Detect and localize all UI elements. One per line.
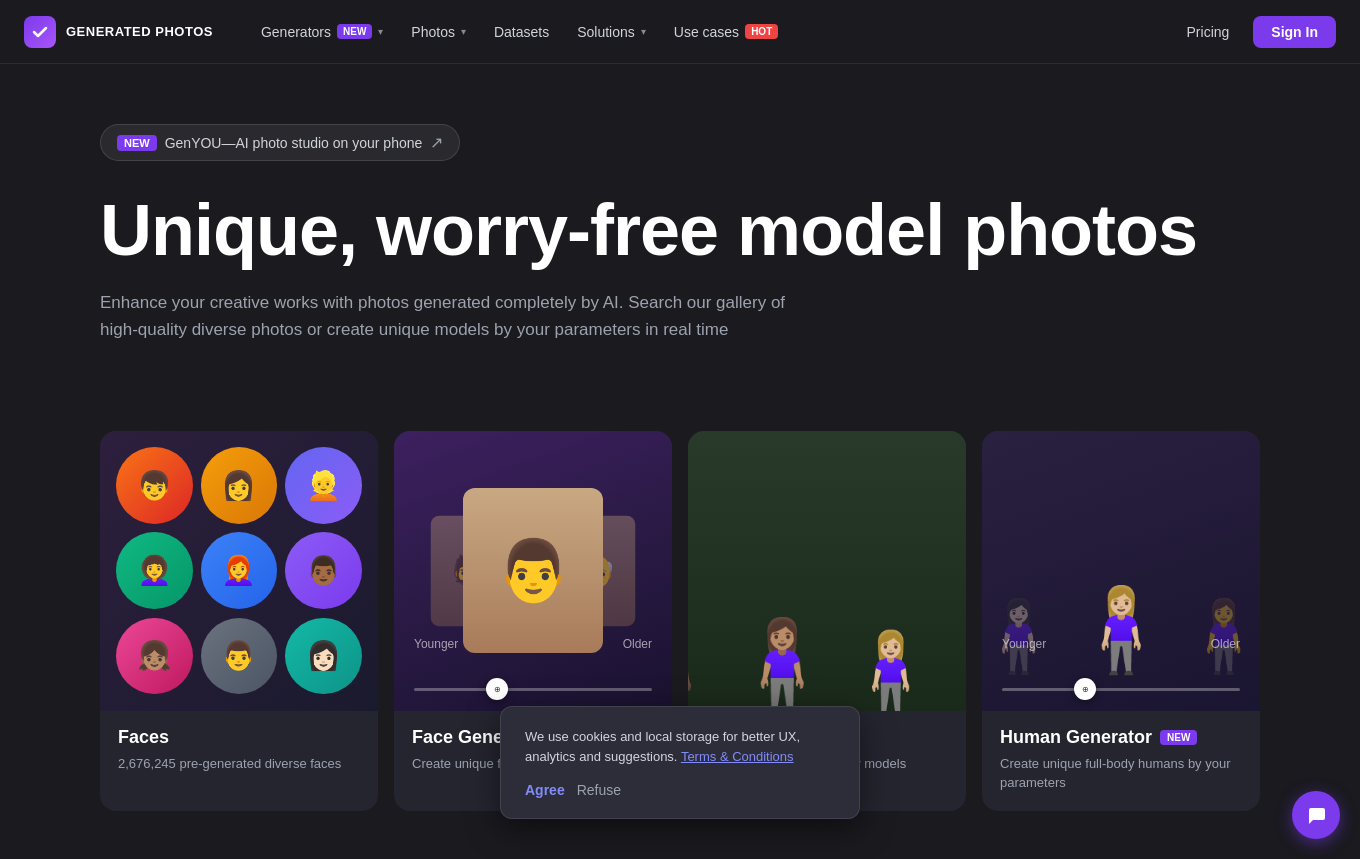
card-faces-title: Faces xyxy=(118,727,360,748)
nav-links: Generators New ▾ Photos ▾ Datasets Solut… xyxy=(249,16,1171,48)
cookie-text: We use cookies and local storage for bet… xyxy=(525,727,835,766)
chat-widget-button[interactable] xyxy=(1292,791,1340,839)
human-gen-slider-thumb: ⊕ xyxy=(1074,678,1096,700)
human-gen-age-older: Older xyxy=(1211,637,1240,651)
age-slider[interactable]: Younger Older ⊕ xyxy=(394,688,672,691)
card-face-gen-image: 🧔 👨 👴 Younger Older ⊕ xyxy=(394,431,672,711)
nav-right: Pricing Sign In xyxy=(1171,16,1336,48)
age-label-younger: Younger xyxy=(414,637,458,651)
card-human-gen-info: Human Generator New Create unique full-b… xyxy=(982,711,1260,811)
cookie-refuse-button[interactable]: Refuse xyxy=(577,782,621,798)
face-avatar-7: 👧🏽 xyxy=(116,618,193,695)
human-fig-left: 🧍🏻‍♀️ xyxy=(982,601,1062,671)
card-faces-desc: 2,676,245 pre-generated diverse faces xyxy=(118,754,360,774)
pricing-button[interactable]: Pricing xyxy=(1171,16,1246,48)
hero-badge-text: GenYOU—AI photo studio on your phone xyxy=(165,135,423,151)
age-slider-track: ⊕ xyxy=(414,688,652,691)
hero-badge-link[interactable]: New GenYOU—AI photo studio on your phone… xyxy=(100,124,460,161)
age-label-older: Older xyxy=(623,637,652,651)
face-avatar-2: 👩 xyxy=(201,447,278,524)
cookie-buttons: Agree Refuse xyxy=(525,782,835,798)
nav-item-photos[interactable]: Photos ▾ xyxy=(399,16,478,48)
nav-solutions-chevron-icon: ▾ xyxy=(641,26,646,37)
fashion-fig-3: 🧍🏼‍♀️ xyxy=(842,473,939,711)
nav-generators-label: Generators xyxy=(261,24,331,40)
card-human-gen-desc: Create unique full-body humans by your p… xyxy=(1000,754,1242,793)
hero-badge-new-label: New xyxy=(117,135,157,151)
card-human-gen-image: 🧍🏻‍♀️ 🧍🏼‍♀️ 🧍‍♀️ Younger Older ⊕ xyxy=(982,431,1260,711)
card-faces[interactable]: 👦 👩 👱 👩‍🦱 👩‍🦰 👨🏾 👧🏽 👨 👩🏻 Faces 2,676,245… xyxy=(100,431,378,811)
human-fig-right: 🧍‍♀️ xyxy=(1180,601,1260,671)
human-gen-age-younger: Younger xyxy=(1002,637,1046,651)
nav-item-solutions[interactable]: Solutions ▾ xyxy=(565,16,658,48)
cookie-banner: We use cookies and local storage for bet… xyxy=(500,706,860,819)
face-avatar-5: 👩‍🦰 xyxy=(201,532,278,609)
signin-button[interactable]: Sign In xyxy=(1253,16,1336,48)
card-fashion-image: 🧍🏿‍♂️ 🧍🏽‍♀️ 🧍🏼‍♀️ 🧍‍♂️ xyxy=(688,431,966,711)
face-avatar-3: 👱 xyxy=(285,447,362,524)
face-gen-main: 👨 xyxy=(463,488,603,653)
card-human-gen-badge: New xyxy=(1160,730,1197,745)
hero-section: New GenYOU—AI photo studio on your phone… xyxy=(0,64,1360,431)
human-gen-slider-track: ⊕ xyxy=(1002,688,1240,691)
cookie-terms-link[interactable]: Terms & Conditions xyxy=(681,749,794,764)
face-avatar-8: 👨 xyxy=(201,618,278,695)
logo[interactable]: GENERATED PHOTOS xyxy=(24,16,213,48)
card-human-gen-title: Human Generator New xyxy=(1000,727,1242,748)
face-avatar-1: 👦 xyxy=(116,447,193,524)
fashion-fig-1: 🧍🏿‍♂️ xyxy=(688,473,722,711)
human-gen-age-slider[interactable]: Younger Older ⊕ xyxy=(982,688,1260,691)
hero-subtitle: Enhance your creative works with photos … xyxy=(100,289,800,343)
nav-use-cases-badge: Hot xyxy=(745,24,778,39)
fashion-fig-2: 🧍🏽‍♀️ xyxy=(726,431,838,711)
nav-item-datasets[interactable]: Datasets xyxy=(482,16,561,48)
nav-photos-label: Photos xyxy=(411,24,455,40)
card-faces-image: 👦 👩 👱 👩‍🦱 👩‍🦰 👨🏾 👧🏽 👨 👩🏻 xyxy=(100,431,378,711)
nav-photos-chevron-icon: ▾ xyxy=(461,26,466,37)
nav-item-use-cases[interactable]: Use cases Hot xyxy=(662,16,790,48)
age-slider-thumb: ⊕ xyxy=(486,678,508,700)
brand-name: GENERATED PHOTOS xyxy=(66,24,213,39)
human-fig-center: 🧍🏼‍♀️ xyxy=(1070,589,1172,671)
nav-generators-chevron-icon: ▾ xyxy=(378,26,383,37)
navbar: GENERATED PHOTOS Generators New ▾ Photos… xyxy=(0,0,1360,64)
human-gen-figures: 🧍🏻‍♀️ 🧍🏼‍♀️ 🧍‍♀️ xyxy=(982,431,1260,711)
nav-item-generators[interactable]: Generators New ▾ xyxy=(249,16,395,48)
fashion-fig-4: 🧍‍♂️ xyxy=(943,473,967,711)
hero-badge-arrow-icon: ↗ xyxy=(430,133,443,152)
hero-title: Unique, worry-free model photos xyxy=(100,193,1260,269)
logo-icon xyxy=(24,16,56,48)
cookie-agree-button[interactable]: Agree xyxy=(525,782,565,798)
face-avatar-6: 👨🏾 xyxy=(285,532,362,609)
nav-datasets-label: Datasets xyxy=(494,24,549,40)
card-human-generator[interactable]: 🧍🏻‍♀️ 🧍🏼‍♀️ 🧍‍♀️ Younger Older ⊕ xyxy=(982,431,1260,811)
card-faces-info: Faces 2,676,245 pre-generated diverse fa… xyxy=(100,711,378,792)
nav-generators-badge: New xyxy=(337,24,372,39)
nav-use-cases-label: Use cases xyxy=(674,24,739,40)
chat-icon xyxy=(1305,804,1327,826)
face-avatar-9: 👩🏻 xyxy=(285,618,362,695)
nav-solutions-label: Solutions xyxy=(577,24,635,40)
face-avatar-4: 👩‍🦱 xyxy=(116,532,193,609)
